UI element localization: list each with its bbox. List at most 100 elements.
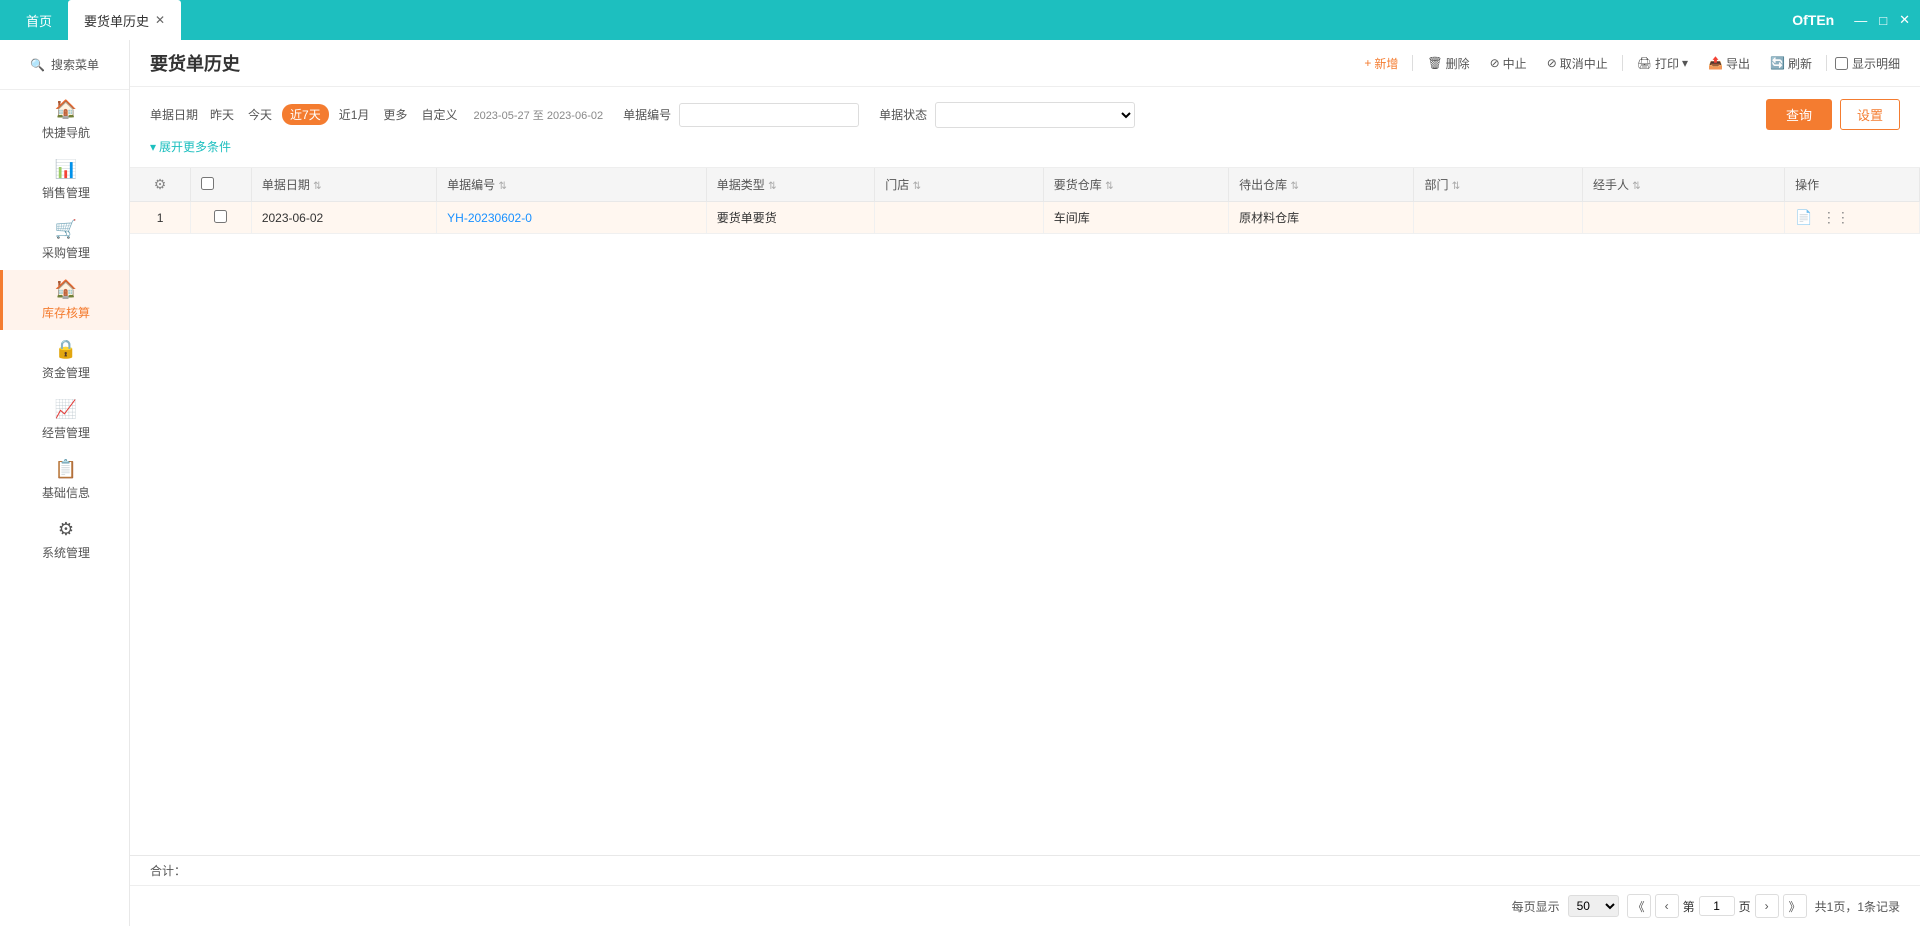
date-filter-group: 单据日期 昨天 今天 近7天 近1月 更多 自定义 2023-05-27 至 2… xyxy=(150,104,603,125)
page-size-label: 每页显示 xyxy=(1512,898,1560,915)
window-minimize-btn[interactable]: — xyxy=(1854,13,1867,28)
date-custom[interactable]: 自定义 xyxy=(417,104,461,125)
tab-home[interactable]: 首页 xyxy=(10,0,68,40)
row-number-link[interactable]: YH-20230602-0 xyxy=(447,211,532,225)
header-row: ⚙ 单据日期 ⇅ 单据编号 ⇅ xyxy=(130,168,1920,202)
sidebar-item-inventory[interactable]: 🏠 库存核算 xyxy=(0,270,129,330)
date-more[interactable]: 更多 xyxy=(379,104,411,125)
cancel-stop-icon: ⊘ xyxy=(1547,56,1557,70)
page-first-btn[interactable]: 《 xyxy=(1627,894,1651,918)
row-action-cell: 📄 ⋮⋮ xyxy=(1785,202,1920,234)
divider-3 xyxy=(1826,55,1827,71)
col-store: 门店 ⇅ xyxy=(875,168,1044,202)
main-layout: 🔍 搜索菜单 🏠 快捷导航 📊 销售管理 🛒 采购管理 🏠 库存核算 🔒 资金管… xyxy=(0,40,1920,926)
sidebar-item-system[interactable]: ⚙ 系统管理 xyxy=(0,510,129,570)
query-button[interactable]: 查询 xyxy=(1766,99,1832,130)
expand-more-btn[interactable]: ▾ 展开更多条件 xyxy=(150,138,231,155)
col-req-warehouse: 要货仓库 ⇅ xyxy=(1043,168,1228,202)
sidebar-item-purchase[interactable]: 🛒 采购管理 xyxy=(0,210,129,270)
page-size-select[interactable]: 50 10 20 100 xyxy=(1568,895,1619,917)
tab-close-icon[interactable]: ✕ xyxy=(155,13,165,27)
page-prev-btn[interactable]: ‹ xyxy=(1655,894,1679,918)
export-button[interactable]: 📤 导出 xyxy=(1702,51,1756,76)
add-icon: + xyxy=(1364,56,1371,70)
col-pending-warehouse: 待出仓库 ⇅ xyxy=(1229,168,1414,202)
sort-handler-icon[interactable]: ⇅ xyxy=(1632,181,1640,192)
search-icon: 🔍 xyxy=(30,58,45,72)
sidebar-item-quick-nav[interactable]: 🏠 快捷导航 xyxy=(0,90,129,150)
date-today[interactable]: 今天 xyxy=(244,104,276,125)
date-shortcuts: 昨天 今天 近7天 近1月 更多 自定义 xyxy=(206,104,461,125)
display-detail-checkbox[interactable] xyxy=(1835,57,1848,70)
row-pending-wh-cell: 原材料仓库 xyxy=(1229,202,1414,234)
page-input[interactable] xyxy=(1699,896,1735,916)
col-number-label: 单据编号 xyxy=(447,178,495,192)
col-department: 部门 ⇅ xyxy=(1414,168,1583,202)
toolbar: + 新增 🗑 删除 ⊘ 中止 ⊘ 取消中止 🖨 xyxy=(1358,51,1900,76)
row-edit-icon[interactable]: 📄 xyxy=(1795,209,1812,225)
summary-label: 合计： xyxy=(150,864,186,878)
lock-icon: 🔒 xyxy=(55,339,77,360)
row-check-cell xyxy=(191,202,252,234)
delete-button[interactable]: 🗑 删除 xyxy=(1421,51,1475,76)
doc-number-input[interactable] xyxy=(679,103,859,127)
sidebar-item-basic-info[interactable]: 📋 基础信息 xyxy=(0,450,129,510)
tab-requisition-history[interactable]: 要货单历史 ✕ xyxy=(68,0,181,40)
table-settings-icon[interactable]: ⚙ xyxy=(140,176,180,193)
row-number-cell: YH-20230602-0 xyxy=(437,202,707,234)
date-last7days[interactable]: 近7天 xyxy=(282,104,329,125)
doc-status-label: 单据状态 xyxy=(879,106,927,123)
setting-button[interactable]: 设置 xyxy=(1840,99,1900,130)
page-nav: 《 ‹ 第 页 › 》 xyxy=(1627,894,1807,918)
table-body: 1 2023-06-02 YH-20230602-0 xyxy=(130,202,1920,234)
delete-label: 删除 xyxy=(1446,55,1470,72)
gear-icon: ⚙ xyxy=(58,519,74,540)
date-last1month[interactable]: 近1月 xyxy=(335,104,374,125)
date-filter-label: 单据日期 xyxy=(150,106,198,123)
print-dropdown-icon: ▾ xyxy=(1682,56,1688,70)
brand-name: OfTEn xyxy=(1792,12,1834,28)
window-close-btn[interactable]: ✕ xyxy=(1899,12,1910,28)
row-req-wh-cell: 车间库 xyxy=(1043,202,1228,234)
page-last-btn[interactable]: 》 xyxy=(1783,894,1807,918)
delete-icon: 🗑 xyxy=(1427,56,1442,70)
col-handler-label: 经手人 xyxy=(1593,178,1629,192)
sort-store-icon[interactable]: ⇅ xyxy=(913,181,921,192)
add-button[interactable]: + 新增 xyxy=(1358,51,1404,76)
row-more-icon[interactable]: ⋮⋮ xyxy=(1822,209,1850,225)
window-maximize-btn[interactable]: □ xyxy=(1879,13,1887,28)
cancel-stop-button[interactable]: ⊘ 取消中止 xyxy=(1541,51,1614,76)
refresh-button[interactable]: 🔄 刷新 xyxy=(1764,51,1818,76)
sort-type-icon[interactable]: ⇅ xyxy=(768,181,776,192)
select-all-checkbox[interactable] xyxy=(201,177,214,190)
row-date-cell: 2023-06-02 xyxy=(251,202,436,234)
table-wrapper[interactable]: ⚙ 单据日期 ⇅ 单据编号 ⇅ xyxy=(130,168,1920,855)
sidebar-item-sales[interactable]: 📊 销售管理 xyxy=(0,150,129,210)
page-header: 要货单历史 + 新增 🗑 删除 ⊘ 中止 ⊘ 取消中止 xyxy=(130,40,1920,87)
stop-button[interactable]: ⊘ 中止 xyxy=(1484,51,1533,76)
col-dept-label: 部门 xyxy=(1424,178,1448,192)
sidebar-item-system-label: 系统管理 xyxy=(42,544,90,561)
stop-icon: ⊘ xyxy=(1490,56,1500,70)
col-check xyxy=(191,168,252,202)
doc-status-select[interactable] xyxy=(935,102,1135,128)
col-settings: ⚙ xyxy=(130,168,191,202)
sidebar: 🔍 搜索菜单 🏠 快捷导航 📊 销售管理 🛒 采购管理 🏠 库存核算 🔒 资金管… xyxy=(0,40,130,926)
table-row: 1 2023-06-02 YH-20230602-0 xyxy=(130,202,1920,234)
print-button[interactable]: 🖨 打印 ▾ xyxy=(1631,51,1694,76)
sort-date-icon[interactable]: ⇅ xyxy=(313,181,321,192)
sort-dept-icon[interactable]: ⇅ xyxy=(1452,181,1460,192)
sidebar-search[interactable]: 🔍 搜索菜单 xyxy=(0,40,129,90)
page-next-btn[interactable]: › xyxy=(1755,894,1779,918)
sort-number-icon[interactable]: ⇅ xyxy=(499,181,507,192)
export-label: 导出 xyxy=(1726,55,1750,72)
sort-req-wh-icon[interactable]: ⇅ xyxy=(1105,181,1113,192)
row-checkbox[interactable] xyxy=(214,210,227,223)
row-type-cell: 要货单要货 xyxy=(706,202,875,234)
sidebar-item-finance[interactable]: 🔒 资金管理 xyxy=(0,330,129,390)
sort-pending-wh-icon[interactable]: ⇅ xyxy=(1290,181,1298,192)
tab-home-label: 首页 xyxy=(26,11,52,30)
sidebar-item-operations[interactable]: 📈 经营管理 xyxy=(0,390,129,450)
date-yesterday[interactable]: 昨天 xyxy=(206,104,238,125)
chart-icon: 📊 xyxy=(55,159,77,180)
